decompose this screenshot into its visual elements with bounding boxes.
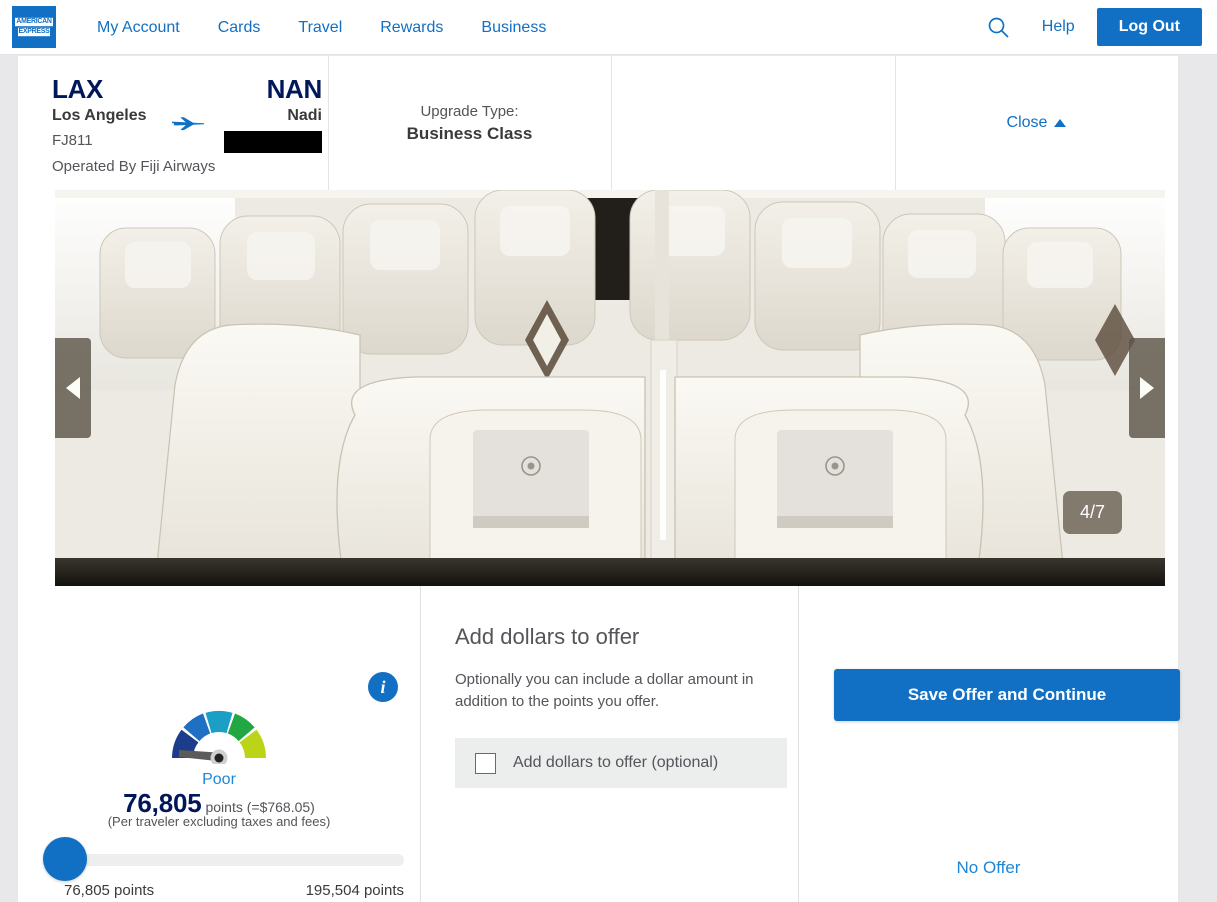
cabin-photo-carousel[interactable]: 4/7 <box>55 190 1165 586</box>
chevron-left-icon <box>66 377 80 399</box>
logo-line-2: EXPRESS <box>17 27 51 37</box>
add-dollars-title: Add dollars to offer <box>455 624 640 649</box>
origin-airport-code: LAX <box>52 74 104 104</box>
destination-city-name: Nadi <box>287 107 322 124</box>
add-dollars-column: Add dollars to offer Optionally you can … <box>421 586 799 902</box>
flight-number: FJ811 <box>52 132 93 149</box>
nav-item-travel[interactable]: Travel <box>279 0 361 55</box>
offer-controls-row: i Poor 76,805 points (=$768.05) (Per tra… <box>18 586 1180 902</box>
carousel-next-button[interactable] <box>1129 338 1165 438</box>
gauge-graphic <box>172 710 266 767</box>
carousel-counter: 4/7 <box>1062 491 1122 534</box>
redacted-detail-block <box>224 131 322 153</box>
upgrade-type-section: Upgrade Type: Business Class <box>328 56 611 190</box>
help-link[interactable]: Help <box>1020 18 1097 36</box>
add-dollars-checkbox[interactable] <box>475 752 496 774</box>
top-navigation-bar: AMERICAN EXPRESS My Account Cards Travel… <box>0 0 1217 55</box>
operated-by-text: Operated By Fiji Airways <box>52 158 216 175</box>
close-section: Close <box>895 56 1178 190</box>
flight-route-section: LAX Los Angeles FJ811 NAN Nadi Operated <box>18 56 328 190</box>
flight-header-row: LAX Los Angeles FJ811 NAN Nadi Operated <box>18 56 1178 190</box>
nav-item-rewards[interactable]: Rewards <box>361 0 462 55</box>
header-divider-2 <box>611 56 612 190</box>
destination-airport-code: NAN <box>266 74 323 104</box>
nav-item-business[interactable]: Business <box>462 0 565 55</box>
close-label: Close <box>1006 114 1048 131</box>
save-offer-and-continue-button[interactable]: Save Offer and Continue <box>834 669 1180 721</box>
add-dollars-checkbox-row[interactable]: Add dollars to offer (optional) <box>455 738 787 788</box>
points-offer-column: i Poor 76,805 points (=$768.05) (Per tra… <box>18 586 420 902</box>
slider-min-label: 76,805 points <box>64 882 155 899</box>
search-icon <box>988 17 1009 38</box>
slider-range-labels: 76,805 points 195,504 points <box>64 882 404 899</box>
points-note: (Per traveler excluding taxes and fees) <box>107 814 331 829</box>
chevron-right-icon <box>1140 377 1154 399</box>
points-amount-suffix: points (=$768.05) <box>205 799 315 815</box>
nav-item-cards[interactable]: Cards <box>199 0 280 55</box>
slider-thumb[interactable] <box>43 837 87 881</box>
search-button[interactable] <box>976 5 1020 49</box>
info-icon[interactable]: i <box>368 672 398 702</box>
upgrade-type-label: Upgrade Type: <box>420 102 519 120</box>
add-dollars-checkbox-label: Add dollars to offer (optional) <box>513 754 719 771</box>
upgrade-type-value: Business Class <box>406 123 533 143</box>
route-codes: LAX Los Angeles FJ811 NAN Nadi <box>52 74 322 154</box>
caret-up-icon <box>1054 119 1067 127</box>
airplane-icon <box>170 110 208 143</box>
close-toggle-link[interactable]: Close <box>1007 114 1067 132</box>
log-out-button[interactable]: Log Out <box>1096 8 1202 46</box>
primary-nav-links: My Account Cards Travel Rewards Business <box>78 0 565 55</box>
slider-track[interactable] <box>43 837 404 881</box>
page-background: LAX Los Angeles FJ811 NAN Nadi Operated <box>0 56 1217 902</box>
logo-line-1: AMERICAN <box>15 17 53 27</box>
upgrade-offer-card: LAX Los Angeles FJ811 NAN Nadi Operated <box>18 56 1180 902</box>
no-offer-link[interactable]: No Offer <box>799 858 1178 878</box>
origin-city-name: Los Angeles <box>52 107 147 124</box>
carousel-prev-button[interactable] <box>55 338 91 438</box>
add-dollars-description: Optionally you can include a dollar amou… <box>455 671 754 710</box>
cabin-photo-image <box>55 190 1165 586</box>
gauge-rating-label: Poor <box>202 771 236 788</box>
offer-strength-gauge: Poor <box>18 704 420 789</box>
nav-right-group: Help Log Out <box>976 5 1217 49</box>
slider-max-label: 195,504 points <box>305 882 404 899</box>
points-slider[interactable]: 76,805 points 195,504 points <box>43 837 404 899</box>
nav-item-my-account[interactable]: My Account <box>78 0 199 55</box>
actions-column: Save Offer and Continue No Offer <box>799 586 1180 902</box>
american-express-logo[interactable]: AMERICAN EXPRESS <box>12 6 56 48</box>
